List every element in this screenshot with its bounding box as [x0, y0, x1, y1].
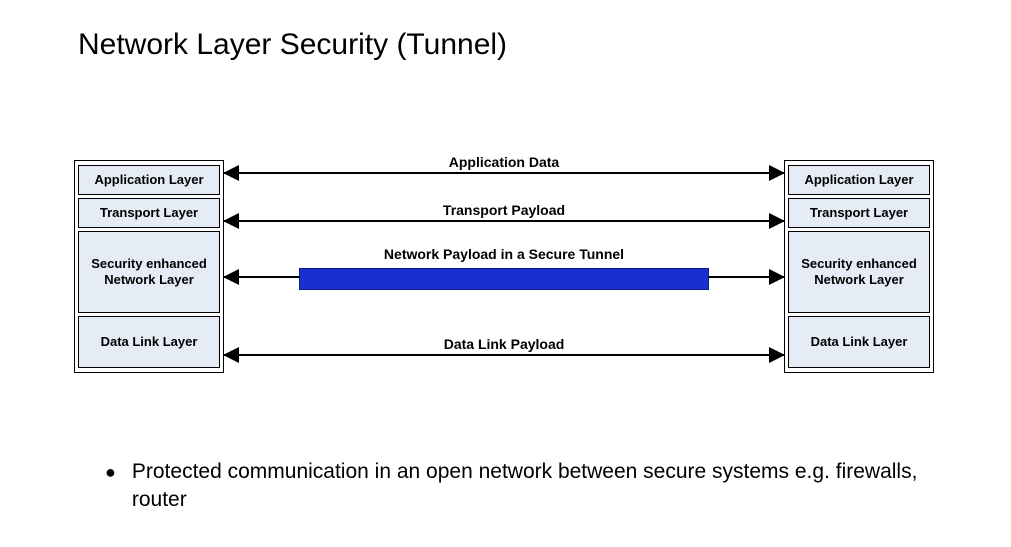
right-layer-stack: Application Layer Transport Layer Securi… [784, 160, 934, 373]
double-arrow-icon [224, 172, 784, 174]
arrow-datalink: Data Link Payload [224, 336, 784, 356]
bullet-point: ● Protected communication in an open net… [105, 458, 925, 515]
left-transport-layer: Transport Layer [78, 198, 220, 228]
left-datalink-layer: Data Link Layer [78, 316, 220, 368]
slide-title: Network Layer Security (Tunnel) [78, 28, 507, 62]
arrow-datalink-label: Data Link Payload [224, 336, 784, 352]
double-arrow-icon [224, 220, 784, 222]
arrow-app-label: Application Data [224, 154, 784, 170]
right-datalink-layer: Data Link Layer [788, 316, 930, 368]
left-secnet-layer: Security enhanced Network Layer [78, 231, 220, 313]
right-secnet-layer: Security enhanced Network Layer [788, 231, 930, 313]
right-app-layer: Application Layer [788, 165, 930, 195]
left-app-layer: Application Layer [78, 165, 220, 195]
double-arrow-icon [224, 354, 784, 356]
secure-tunnel-bar [299, 268, 709, 290]
arrow-transport-label: Transport Payload [224, 202, 784, 218]
bullet-dot-icon: ● [105, 458, 116, 515]
left-layer-stack: Application Layer Transport Layer Securi… [74, 160, 224, 373]
tunnel-diagram: Application Layer Transport Layer Securi… [74, 160, 934, 400]
arrow-transport: Transport Payload [224, 202, 784, 222]
arrow-app: Application Data [224, 154, 784, 174]
arrow-secnet-label: Network Payload in a Secure Tunnel [224, 246, 784, 262]
right-transport-layer: Transport Layer [788, 198, 930, 228]
bullet-text: Protected communication in an open netwo… [132, 458, 925, 515]
